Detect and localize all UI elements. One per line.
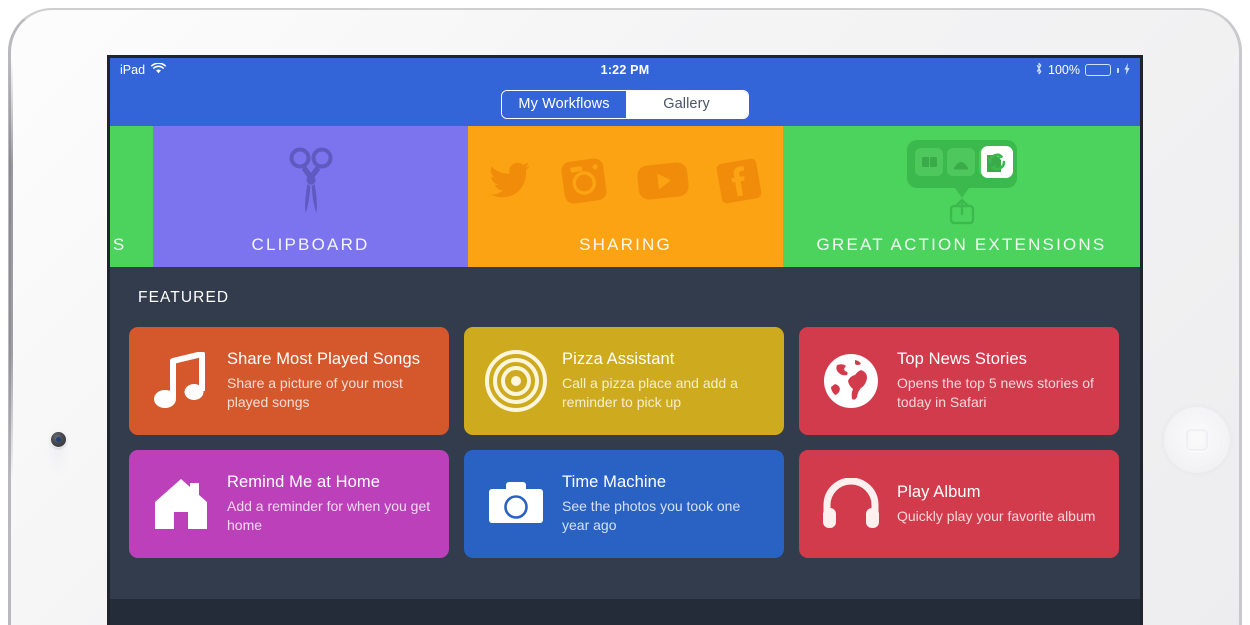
- battery-full-icon: [1085, 64, 1111, 76]
- tab-gallery[interactable]: Gallery: [626, 91, 748, 118]
- carousel-slide-label: IS: [110, 235, 126, 255]
- featured-section-label: FEATURED: [110, 289, 1140, 307]
- status-bar-clock: 1:22 PM: [110, 63, 1140, 77]
- featured-card-remind-me-at-home[interactable]: Remind Me at Home Add a reminder for whe…: [129, 450, 449, 558]
- tab-my-workflows[interactable]: My Workflows: [502, 91, 625, 118]
- home-button[interactable]: [1163, 406, 1231, 474]
- featured-card-pizza-assistant[interactable]: Pizza Assistant Call a pizza place and a…: [464, 327, 784, 435]
- twitter-icon: [489, 161, 533, 201]
- featured-card-grid: Share Most Played Songs Share a picture …: [110, 327, 1140, 558]
- card-text: Share Most Played Songs Share a picture …: [227, 350, 435, 412]
- target-rings-icon: [478, 343, 554, 419]
- camera-lens-dot: [56, 437, 61, 442]
- ipad-screen: iPad 1:22 PM 100%: [110, 58, 1140, 625]
- card-subtitle: Quickly play your favorite album: [897, 507, 1101, 526]
- carousel-slide-label: GREAT ACTION EXTENSIONS: [817, 235, 1107, 255]
- carousel-slide-great-action-extensions[interactable]: GREAT ACTION EXTENSIONS: [783, 126, 1140, 267]
- status-bar: iPad 1:22 PM 100%: [110, 58, 1140, 82]
- camera-icon: [478, 466, 554, 542]
- ipad-edge-highlight: [9, 60, 13, 480]
- globe-icon: [813, 343, 889, 419]
- featured-card-play-album[interactable]: Play Album Quickly play your favorite al…: [799, 450, 1119, 558]
- house-icon: [143, 466, 219, 542]
- card-text: Remind Me at Home Add a reminder for whe…: [227, 473, 435, 535]
- action-extensions-icon: [783, 138, 1140, 230]
- card-subtitle: See the photos you took one year ago: [562, 497, 766, 535]
- social-icons: [468, 142, 783, 220]
- card-title: Remind Me at Home: [227, 473, 431, 492]
- navigation-bar: My Workflows Gallery: [110, 82, 1140, 126]
- camera-lens-glow: [44, 447, 72, 479]
- carousel-slide-clipboard[interactable]: CLIPBOARD: [153, 126, 468, 267]
- front-camera-icon: [51, 432, 66, 447]
- card-text: Time Machine See the photos you took one…: [562, 473, 770, 535]
- battery-percent-label: 100%: [1048, 63, 1080, 77]
- carousel-slide-text-utilities[interactable]: IS: [110, 126, 153, 267]
- card-text: Pizza Assistant Call a pizza place and a…: [562, 350, 770, 412]
- card-text: Top News Stories Opens the top 5 news st…: [897, 350, 1105, 412]
- scissors-icon: [153, 142, 468, 220]
- featured-card-time-machine[interactable]: Time Machine See the photos you took one…: [464, 450, 784, 558]
- youtube-icon: [635, 160, 691, 202]
- charging-bolt-icon: [1124, 63, 1130, 78]
- bottom-bar: [110, 599, 1140, 625]
- bluetooth-icon: [1035, 62, 1043, 78]
- card-subtitle: Call a pizza place and add a reminder to…: [562, 374, 766, 412]
- battery-cap: [1117, 68, 1119, 73]
- featured-section: FEATURED Share Most Played Songs Share a…: [110, 267, 1140, 625]
- featured-card-top-news-stories[interactable]: Top News Stories Opens the top 5 news st…: [799, 327, 1119, 435]
- featured-card-share-most-played-songs[interactable]: Share Most Played Songs Share a picture …: [129, 327, 449, 435]
- card-text: Play Album Quickly play your favorite al…: [897, 483, 1105, 526]
- card-title: Pizza Assistant: [562, 350, 766, 369]
- carousel-slide-label: SHARING: [579, 235, 672, 255]
- instagram-icon: [557, 154, 611, 208]
- card-title: Top News Stories: [897, 350, 1101, 369]
- home-button-square-icon: [1186, 429, 1208, 451]
- card-subtitle: Share a picture of your most played song…: [227, 374, 431, 412]
- facebook-icon: [715, 157, 763, 205]
- headphones-icon: [813, 466, 889, 542]
- carousel-slide-sharing[interactable]: SHARING: [468, 126, 783, 267]
- category-carousel[interactable]: IS CLIPBOARD: [110, 126, 1140, 267]
- carousel-slide-label: CLIPBOARD: [251, 235, 369, 255]
- segmented-control[interactable]: My Workflows Gallery: [501, 90, 748, 119]
- card-subtitle: Opens the top 5 news stories of today in…: [897, 374, 1101, 412]
- status-bar-right: 100%: [1035, 62, 1130, 78]
- card-title: Share Most Played Songs: [227, 350, 431, 369]
- card-subtitle: Add a reminder for when you get home: [227, 497, 431, 535]
- featured-content: FEATURED Share Most Played Songs Share a…: [110, 289, 1140, 558]
- card-title: Play Album: [897, 483, 1101, 502]
- music-note-icon: [143, 343, 219, 419]
- card-title: Time Machine: [562, 473, 766, 492]
